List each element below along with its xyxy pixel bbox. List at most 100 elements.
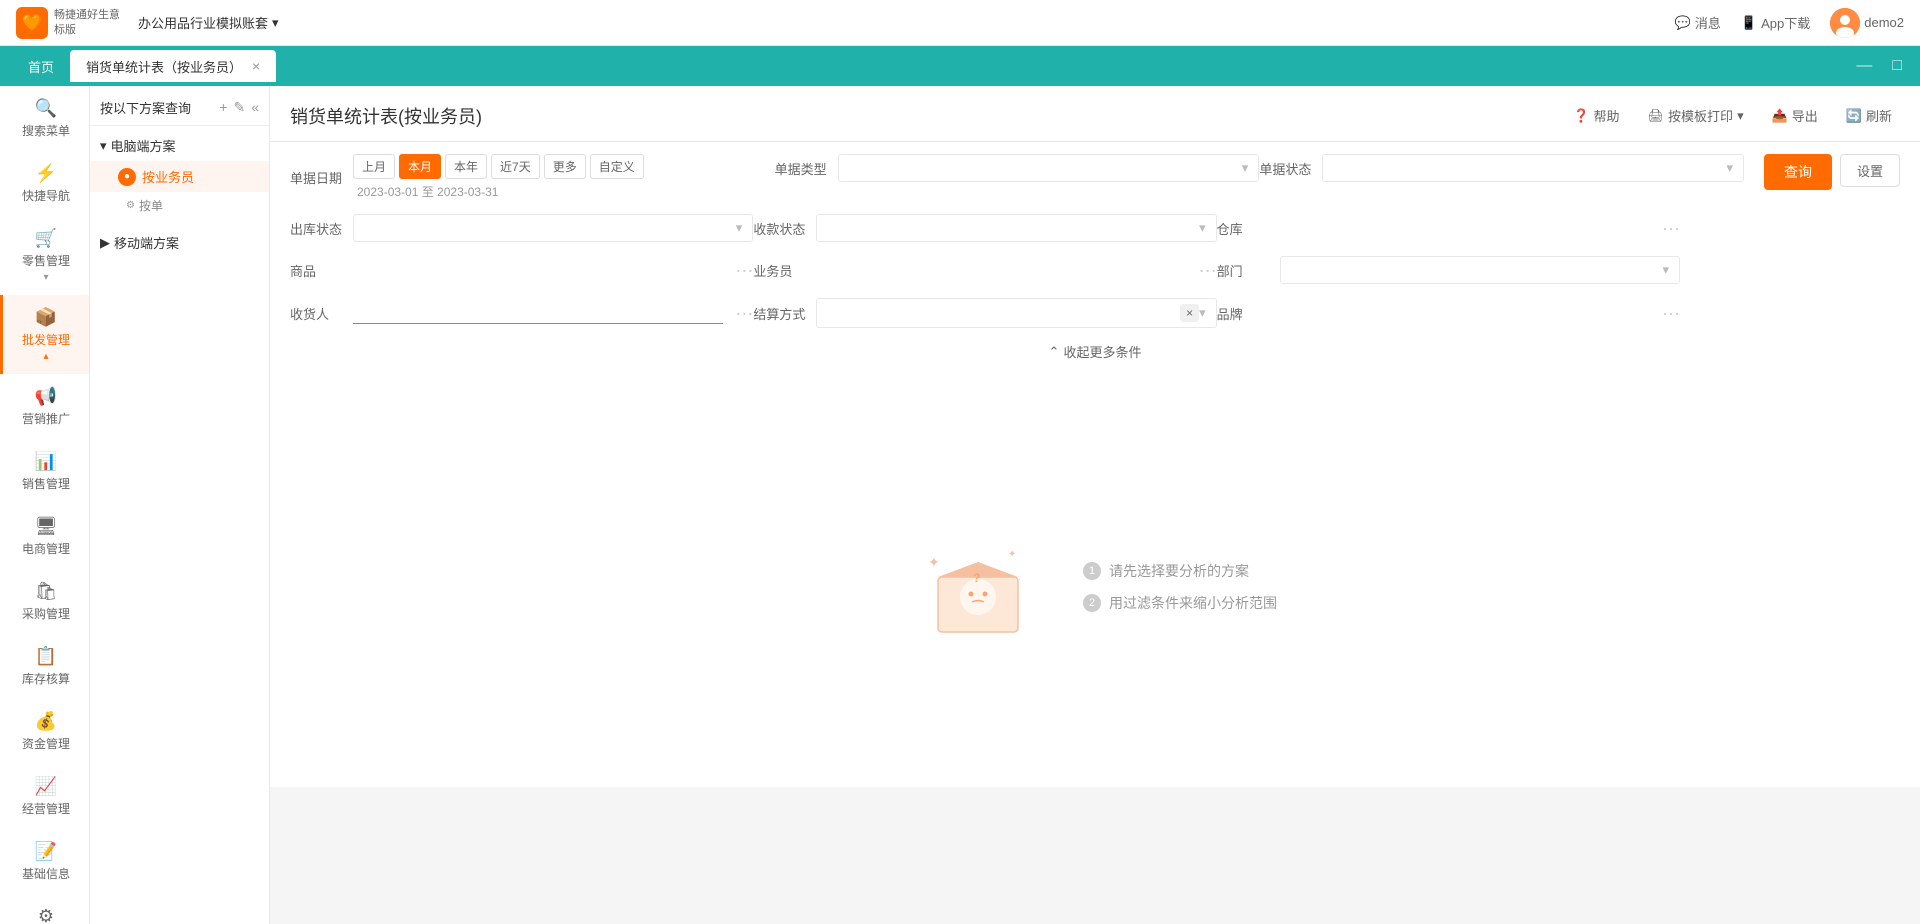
tab-maximize-button[interactable]: □ bbox=[1886, 55, 1908, 77]
sidebar-item-quick-nav[interactable]: ⚡ 快捷导航 bbox=[0, 151, 89, 216]
sidebar-item-wholesale[interactable]: 📦 批发管理 ▴ bbox=[0, 295, 89, 374]
sidebar-item-system[interactable]: ⚙ 系统管理 bbox=[0, 894, 89, 924]
basic-info-icon: 📝 bbox=[35, 841, 57, 862]
retail-icon: 🛒 bbox=[35, 228, 57, 249]
collapse-panel-button[interactable]: « bbox=[251, 99, 259, 116]
step-2-text: 用过滤条件来缩小分析范围 bbox=[1109, 593, 1277, 613]
filter-row-2: 出库状态 ▾ 收款状态 ▾ 仓库 ··· bbox=[290, 214, 1900, 242]
tab-bar-actions: — □ bbox=[1850, 55, 1908, 77]
filter-date: 单据日期 上月 本月 本年 近7天 更多 自定义 2023-03-01 至 20… bbox=[290, 154, 775, 200]
payment-method-arrow: ▾ bbox=[1199, 305, 1206, 321]
quick-nav-icon: ⚡ bbox=[35, 163, 57, 184]
sidebar-item-search[interactable]: 🔍 搜索菜单 bbox=[0, 86, 89, 151]
empty-step-1: 1 请先选择要分析的方案 bbox=[1083, 561, 1277, 581]
date-btn-this-month[interactable]: 本月 bbox=[399, 154, 441, 179]
filter-stock-status: 出库状态 ▾ bbox=[290, 214, 753, 242]
refresh-button[interactable]: 🔄 刷新 bbox=[1838, 102, 1900, 129]
settings-button[interactable]: 设置 bbox=[1840, 154, 1900, 187]
payment-status-arrow: ▾ bbox=[1199, 220, 1206, 236]
consignee-input[interactable] bbox=[353, 302, 723, 324]
scheme-sub-by-order[interactable]: ⚙ 按单 bbox=[90, 192, 269, 219]
dept-select[interactable]: ▾ bbox=[1280, 256, 1680, 284]
user-area[interactable]: demo2 bbox=[1830, 8, 1904, 38]
date-btn-custom[interactable]: 自定义 bbox=[590, 154, 644, 179]
order-type-select[interactable]: ▾ bbox=[838, 154, 1260, 182]
tab-close-icon[interactable]: × bbox=[252, 58, 260, 74]
order-type-arrow: ▾ bbox=[1242, 160, 1249, 176]
filter-staff: 业务员 ··· bbox=[753, 260, 1216, 281]
collapse-more-button[interactable]: ⌃ 收起更多条件 bbox=[1037, 338, 1154, 365]
app-download-button[interactable]: 📱 App下载 bbox=[1741, 13, 1810, 32]
query-button[interactable]: 查询 bbox=[1764, 154, 1832, 190]
date-btn-last-month[interactable]: 上月 bbox=[353, 154, 395, 179]
add-scheme-button[interactable]: + bbox=[219, 99, 227, 116]
help-label: 帮助 bbox=[1594, 106, 1620, 125]
payment-tag-close[interactable]: × bbox=[1186, 306, 1193, 320]
date-btn-7days[interactable]: 近7天 bbox=[491, 154, 540, 179]
scheme-item-by-staff[interactable]: ● 按业务员 bbox=[90, 161, 269, 192]
sidebar-item-sales[interactable]: 📊 销售管理 bbox=[0, 439, 89, 504]
workspace-arrow: ▾ bbox=[272, 15, 279, 31]
action-row: ⌃ 收起更多条件 bbox=[290, 338, 1900, 365]
stock-status-arrow: ▾ bbox=[736, 220, 743, 236]
system-icon: ⚙ bbox=[38, 906, 54, 924]
print-button[interactable]: 🖨 按模板打印 ▾ bbox=[1640, 102, 1752, 129]
warehouse-control: ··· bbox=[1280, 218, 1680, 239]
brand-dots-button[interactable]: ··· bbox=[1662, 303, 1680, 324]
message-button[interactable]: 💬 消息 bbox=[1675, 13, 1721, 32]
scheme-mobile-label: 移动端方案 bbox=[114, 233, 179, 252]
payment-status-select[interactable]: ▾ bbox=[816, 214, 1216, 242]
tab-home[interactable]: 首页 bbox=[12, 50, 70, 82]
wholesale-icon: 📦 bbox=[35, 307, 57, 328]
filter-product: 商品 ··· bbox=[290, 260, 753, 281]
scheme-desktop-header[interactable]: ▾ 电脑端方案 bbox=[90, 130, 269, 161]
sidebar-item-inventory-label: 库存核算 bbox=[22, 670, 70, 687]
sidebar-item-inventory[interactable]: 📋 库存核算 bbox=[0, 634, 89, 699]
order-status-select[interactable]: ▾ bbox=[1322, 154, 1744, 182]
brand-label: 品牌 bbox=[1217, 304, 1272, 323]
app-selector[interactable]: 办公用品行业模拟账套 ▾ bbox=[130, 9, 287, 36]
sidebar-item-wholesale-label: 批发管理 bbox=[22, 331, 70, 348]
empty-state-content: ? ✦ ✦ · 1 请先选择要分析的方案 2 用过滤条件来缩小分 bbox=[913, 522, 1277, 652]
staff-dots-button[interactable]: ··· bbox=[1199, 260, 1217, 281]
tab-sales-stat-label: 销货单统计表（按业务员） bbox=[86, 57, 242, 76]
sidebar-item-basic-info[interactable]: 📝 基础信息 bbox=[0, 829, 89, 894]
tab-sales-stat[interactable]: 销货单统计表（按业务员） × bbox=[70, 50, 276, 82]
sidebar-item-basic-info-label: 基础信息 bbox=[22, 865, 70, 882]
avatar bbox=[1830, 8, 1860, 38]
warehouse-dots-button[interactable]: ··· bbox=[1662, 218, 1680, 239]
refresh-label: 刷新 bbox=[1866, 106, 1892, 125]
message-icon: 💬 bbox=[1675, 15, 1691, 31]
sidebar-item-retail[interactable]: 🛒 零售管理 ▾ bbox=[0, 216, 89, 295]
product-label: 商品 bbox=[290, 261, 345, 280]
payment-method-select[interactable]: × ▾ bbox=[816, 298, 1216, 328]
payment-status-label: 收款状态 bbox=[753, 219, 808, 238]
export-button[interactable]: 📤 导出 bbox=[1764, 102, 1826, 129]
edit-scheme-button[interactable]: ✎ bbox=[233, 99, 245, 116]
print-arrow: ▾ bbox=[1737, 108, 1744, 124]
export-label: 导出 bbox=[1792, 106, 1818, 125]
sidebar-item-purchase[interactable]: 🛍 采购管理 bbox=[0, 569, 89, 634]
stock-status-select[interactable]: ▾ bbox=[353, 214, 753, 242]
marketing-icon: 📢 bbox=[35, 386, 57, 407]
retail-arrow: ▾ bbox=[43, 272, 48, 283]
product-dots-button[interactable]: ··· bbox=[735, 260, 753, 281]
scheme-mobile-header[interactable]: ▶ 移动端方案 bbox=[90, 227, 269, 258]
sidebar-item-ecommerce[interactable]: 🖥 电商管理 bbox=[0, 504, 89, 569]
content-area: 销货单统计表(按业务员) ❓ 帮助 🖨 按模板打印 ▾ 📤 导出 🔄 刷新 bbox=[270, 86, 1920, 924]
date-btn-this-year[interactable]: 本年 bbox=[445, 154, 487, 179]
consignee-dots-button[interactable]: ··· bbox=[735, 303, 753, 324]
page-title: 销货单统计表(按业务员) bbox=[290, 103, 482, 129]
step-2-num: 2 bbox=[1083, 594, 1101, 612]
filter-brand: 品牌 ··· bbox=[1217, 303, 1680, 324]
filter-order-type: 单据类型 ▾ bbox=[775, 154, 1260, 182]
date-btn-more[interactable]: 更多 bbox=[544, 154, 586, 179]
chevron-right: ▶ bbox=[100, 235, 110, 251]
sidebar-item-finance[interactable]: 💰 资金管理 bbox=[0, 699, 89, 764]
print-icon: 🖨 bbox=[1648, 108, 1665, 124]
tab-minimize-button[interactable]: — bbox=[1850, 55, 1878, 77]
sidebar-item-marketing[interactable]: 📢 营销推广 bbox=[0, 374, 89, 439]
sidebar-item-operations[interactable]: 📈 经营管理 bbox=[0, 764, 89, 829]
filter-payment-method: 结算方式 × ▾ bbox=[753, 298, 1216, 328]
help-button[interactable]: ❓ 帮助 bbox=[1565, 102, 1627, 129]
